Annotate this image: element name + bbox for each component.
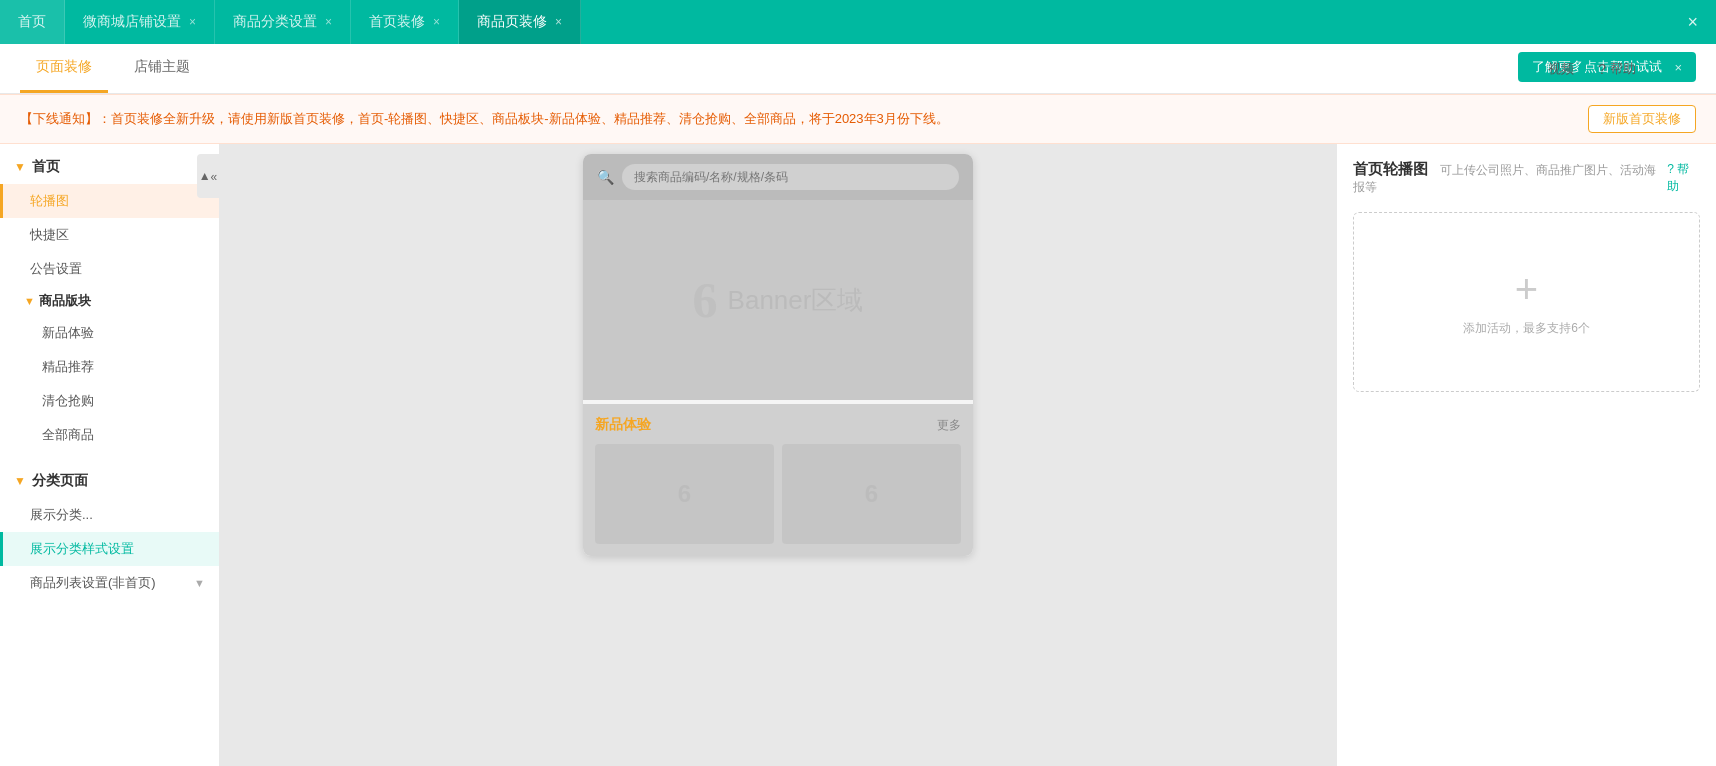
tab-category-settings[interactable]: 商品分类设置 × xyxy=(215,0,351,44)
help-banner-close[interactable]: × xyxy=(1674,60,1682,75)
close-category-settings[interactable]: × xyxy=(325,15,332,29)
sub-tab-bar: 页面装修 店铺主题 了解更多点击帮助试试 × 视频 ? 帮助 xyxy=(0,44,1716,94)
sidebar-item-clearance[interactable]: 清仓抢购 xyxy=(0,384,219,418)
collapse-icon: « xyxy=(211,170,218,184)
sidebar-item-featured[interactable]: 精品推荐 xyxy=(0,350,219,384)
help-label: 帮助 xyxy=(1610,60,1636,78)
upload-text: 添加活动，最多支持6个 xyxy=(1463,320,1590,337)
panel-title-group: 首页轮播图 可上传公司照片、商品推广图片、活动海报等 xyxy=(1353,160,1667,196)
tab-home[interactable]: 首页 xyxy=(0,0,65,44)
sidebar-item-all-products[interactable]: 全部商品 xyxy=(0,418,219,452)
sidebar-item-slideshow[interactable]: 轮播图 xyxy=(0,184,219,218)
sidebar-group-category-label: 分类页面 xyxy=(32,472,88,490)
center-preview: 🔍 6 Banner区域 xyxy=(220,144,1336,766)
sidebar-collapse-button[interactable]: ▲ « xyxy=(197,154,219,198)
tab-bar: 首页 微商城店铺设置 × 商品分类设置 × 首页装修 × 商品页装修 × × xyxy=(0,0,1716,44)
sidebar-group-home-label: 首页 xyxy=(32,158,60,176)
video-dot-icon xyxy=(1578,65,1586,73)
banner-logo: 6 Banner区域 xyxy=(693,271,864,329)
upload-plus-icon: + xyxy=(1515,267,1538,312)
sidebar-section-category: ▼ 分类页面 展示分类... 展示分类样式设置 商品列表设置(非首页) ▼ xyxy=(0,458,219,606)
chevron-up-icon: ▲ xyxy=(199,169,211,183)
search-input[interactable] xyxy=(622,164,959,190)
question-icon: ? xyxy=(1598,61,1606,77)
brand-icon: 6 xyxy=(693,271,718,329)
panel-header: 首页轮播图 可上传公司照片、商品推广图片、活动海报等 ? 帮助 xyxy=(1353,160,1700,196)
tab-home-decoration[interactable]: 首页装修 × xyxy=(351,0,459,44)
help-button[interactable]: ? 帮助 xyxy=(1598,60,1636,78)
global-close-button[interactable]: × xyxy=(1669,12,1716,33)
arrow-down-icon: ▼ xyxy=(14,160,26,174)
arrow-down-icon: ▼ xyxy=(24,295,35,307)
sidebar-item-category-style[interactable]: 展示分类样式设置 xyxy=(0,532,219,566)
close-product-decoration[interactable]: × xyxy=(555,15,562,29)
search-icon: 🔍 xyxy=(597,169,614,185)
banner-text: Banner区域 xyxy=(728,283,864,318)
product-section-header: 新品体验 更多 xyxy=(595,416,961,434)
sidebar-item-shortcuts[interactable]: 快捷区 xyxy=(0,218,219,252)
notice-text: 【下线通知】：首页装修全新升级，请使用新版首页装修，首页-轮播图、快捷区、商品板… xyxy=(20,110,949,128)
sidebar-group-category[interactable]: ▼ 分类页面 xyxy=(0,464,219,498)
section-title: 新品体验 xyxy=(595,416,651,434)
product-grid: 6 6 xyxy=(595,444,961,544)
video-button[interactable]: 视频 xyxy=(1548,60,1586,78)
tab-shop-theme[interactable]: 店铺主题 xyxy=(118,44,206,93)
right-panel: 首页轮播图 可上传公司照片、商品推广图片、活动海报等 ? 帮助 + 添加活动，最… xyxy=(1336,144,1716,766)
phone-preview: 🔍 6 Banner区域 xyxy=(583,154,973,556)
panel-title: 首页轮播图 xyxy=(1353,160,1428,177)
tab-page-decoration[interactable]: 页面装修 xyxy=(20,44,108,93)
section-more: 更多 xyxy=(937,417,961,434)
sidebar-subgroup-products[interactable]: ▼ 商品版块 xyxy=(0,286,219,316)
new-version-button[interactable]: 新版首页装修 xyxy=(1588,105,1696,133)
sidebar-item-new-experience[interactable]: 新品体验 xyxy=(0,316,219,350)
product-thumb-1: 6 xyxy=(595,444,774,544)
video-label: 视频 xyxy=(1548,60,1574,78)
sidebar-group-home[interactable]: ▼ 首页 xyxy=(0,150,219,184)
question-icon2: ? xyxy=(1667,162,1674,176)
sidebar-item-show-category[interactable]: 展示分类... xyxy=(0,498,219,532)
upload-area[interactable]: + 添加活动，最多支持6个 xyxy=(1353,212,1700,392)
main-layout: ▲ « ▼ 首页 轮播图 快捷区 公告设置 ▼ 商品版块 新品体验 xyxy=(0,144,1716,766)
sidebar-section-home: ▼ 首页 轮播图 快捷区 公告设置 ▼ 商品版块 新品体验 精品推荐 xyxy=(0,144,219,458)
sidebar-item-product-list[interactable]: 商品列表设置(非首页) ▼ xyxy=(0,566,219,600)
sidebar-item-notice[interactable]: 公告设置 xyxy=(0,252,219,286)
close-shop-settings[interactable]: × xyxy=(189,15,196,29)
notice-bar: 【下线通知】：首页装修全新升级，请使用新版首页装修，首页-轮播图、快捷区、商品板… xyxy=(0,94,1716,144)
tab-shop-settings[interactable]: 微商城店铺设置 × xyxy=(65,0,215,44)
product-section: 新品体验 更多 6 6 xyxy=(583,404,973,556)
preview-search-bar: 🔍 xyxy=(583,154,973,200)
chevron-down-icon: ▼ xyxy=(194,577,205,589)
banner-area: 6 Banner区域 xyxy=(583,200,973,400)
panel-help-button[interactable]: ? 帮助 xyxy=(1667,161,1700,195)
arrow-down-icon2: ▼ xyxy=(14,474,26,488)
product-thumb-2: 6 xyxy=(782,444,961,544)
close-home-decoration[interactable]: × xyxy=(433,15,440,29)
sidebar: ▲ « ▼ 首页 轮播图 快捷区 公告设置 ▼ 商品版块 新品体验 xyxy=(0,144,220,766)
tab-product-decoration[interactable]: 商品页装修 × xyxy=(459,0,581,44)
